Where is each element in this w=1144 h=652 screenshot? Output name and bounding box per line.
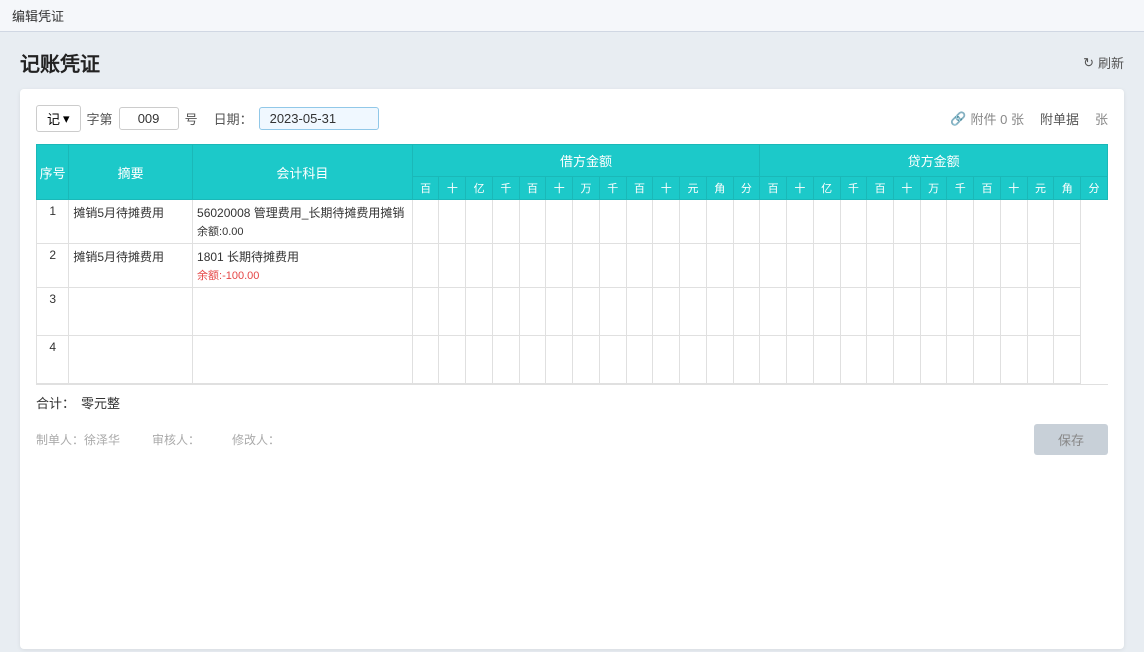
th-c2: 十 bbox=[787, 177, 814, 200]
th-c1: 百 bbox=[760, 177, 787, 200]
th-c9: 百 bbox=[974, 177, 1001, 200]
row4-summary[interactable] bbox=[69, 336, 193, 384]
th-summary: 摘要 bbox=[69, 145, 193, 200]
row3-summary[interactable] bbox=[69, 288, 193, 336]
modifier-text: 修改人： bbox=[232, 431, 280, 448]
attach-count-link[interactable]: 🔗 附件 0 张 bbox=[950, 109, 1024, 128]
attach-num-text: 张 bbox=[1095, 109, 1108, 128]
th-d12: 角 bbox=[706, 177, 733, 200]
total-label: 合计： bbox=[36, 393, 75, 412]
date-group: 日期： bbox=[214, 107, 379, 130]
creator-text: 制单人：徐泽华 bbox=[36, 431, 120, 448]
row2-account[interactable]: 1801 长期待摊费用 余额:-100.00 bbox=[193, 244, 413, 288]
row1-account[interactable]: 56020008 管理费用_长期待摊费用摊销 余额:0.00 bbox=[193, 200, 413, 244]
th-d8: 千 bbox=[599, 177, 626, 200]
voucher-table: 序号 摘要 会计科目 借方金额 贷方金额 百 十 亿 千 百 十 万 bbox=[36, 144, 1108, 384]
auditor-text: 审核人： bbox=[152, 431, 200, 448]
th-d6: 十 bbox=[546, 177, 573, 200]
row1-summary[interactable]: 摊销5月待摊费用 bbox=[69, 200, 193, 244]
th-c4: 千 bbox=[840, 177, 867, 200]
row2-seq: 2 bbox=[37, 244, 69, 288]
title-bar: 编辑凭证 bbox=[0, 0, 1144, 32]
attachments-area: 🔗 附件 0 张 附单据 张 bbox=[950, 109, 1108, 128]
table-row: 3 bbox=[37, 288, 1108, 336]
th-c5: 百 bbox=[867, 177, 894, 200]
table-row: 4 bbox=[37, 336, 1108, 384]
table-row: 2 摊销5月待摊费用 1801 长期待摊费用 余额:-100.00 bbox=[37, 244, 1108, 288]
footer-info: 制单人：徐泽华 审核人： 修改人： bbox=[36, 431, 280, 448]
voucher-type-group: 记 ▾ 字第 号 bbox=[36, 105, 198, 132]
th-credit: 贷方金额 bbox=[760, 145, 1108, 177]
voucher-type-value: 记 bbox=[47, 109, 60, 128]
page-title: 记账凭证 bbox=[20, 48, 100, 77]
footer-row: 制单人：徐泽华 审核人： 修改人： 保存 bbox=[36, 424, 1108, 455]
th-c8: 千 bbox=[947, 177, 974, 200]
th-d9: 百 bbox=[626, 177, 653, 200]
page-header: 记账凭证 ↻ 刷新 bbox=[20, 48, 1124, 77]
table-row: 1 摊销5月待摊费用 56020008 管理费用_长期待摊费用摊销 余额:0.0… bbox=[37, 200, 1108, 244]
row3-account[interactable] bbox=[193, 288, 413, 336]
th-c12: 角 bbox=[1054, 177, 1081, 200]
th-d3: 亿 bbox=[466, 177, 493, 200]
zi-label: 字第 bbox=[87, 109, 113, 128]
total-value: 零元整 bbox=[81, 393, 120, 412]
th-d1: 百 bbox=[412, 177, 439, 200]
attach-count-text: 附件 0 张 bbox=[971, 109, 1024, 128]
row3-seq: 3 bbox=[37, 288, 69, 336]
th-d2: 十 bbox=[439, 177, 466, 200]
th-d11: 元 bbox=[680, 177, 707, 200]
voucher-type-button[interactable]: 记 ▾ bbox=[36, 105, 81, 132]
row4-account[interactable] bbox=[193, 336, 413, 384]
main-content: 记账凭证 ↻ 刷新 记 ▾ 字第 号 日期： 🔗 bbox=[0, 32, 1144, 652]
dropdown-icon: ▾ bbox=[63, 111, 70, 127]
total-row: 合计： 零元整 bbox=[36, 384, 1108, 416]
row2-summary[interactable]: 摊销5月待摊费用 bbox=[69, 244, 193, 288]
row4-seq: 4 bbox=[37, 336, 69, 384]
row1-seq: 1 bbox=[37, 200, 69, 244]
th-account: 会计科目 bbox=[193, 145, 413, 200]
table-header-row-1: 序号 摘要 会计科目 借方金额 贷方金额 bbox=[37, 145, 1108, 177]
title-bar-text: 编辑凭证 bbox=[12, 6, 64, 25]
th-debit: 借方金额 bbox=[412, 145, 760, 177]
save-button[interactable]: 保存 bbox=[1034, 424, 1108, 455]
th-c7: 万 bbox=[920, 177, 947, 200]
th-c6: 十 bbox=[893, 177, 920, 200]
th-c13: 分 bbox=[1081, 177, 1108, 200]
form-row: 记 ▾ 字第 号 日期： 🔗 附件 0 张 附单据 张 bbox=[36, 105, 1108, 132]
date-input[interactable] bbox=[259, 107, 379, 130]
voucher-card: 记 ▾ 字第 号 日期： 🔗 附件 0 张 附单据 张 bbox=[20, 89, 1124, 649]
th-d7: 万 bbox=[573, 177, 600, 200]
refresh-button[interactable]: ↻ 刷新 bbox=[1083, 53, 1124, 72]
refresh-icon: ↻ bbox=[1083, 55, 1094, 71]
th-d5: 百 bbox=[519, 177, 546, 200]
th-d4: 千 bbox=[492, 177, 519, 200]
th-c3: 亿 bbox=[813, 177, 840, 200]
paperclip-icon: 🔗 bbox=[950, 111, 966, 127]
th-c10: 十 bbox=[1000, 177, 1027, 200]
th-d10: 十 bbox=[653, 177, 680, 200]
hao-label: 号 bbox=[185, 109, 198, 128]
th-c11: 元 bbox=[1027, 177, 1054, 200]
date-label: 日期： bbox=[214, 109, 253, 128]
voucher-table-wrapper: 序号 摘要 会计科目 借方金额 贷方金额 百 十 亿 千 百 十 万 bbox=[36, 144, 1108, 384]
th-d13: 分 bbox=[733, 177, 760, 200]
th-seq: 序号 bbox=[37, 145, 69, 200]
attach-receipt-button[interactable]: 附单据 bbox=[1040, 109, 1079, 128]
voucher-number-input[interactable] bbox=[119, 107, 179, 130]
